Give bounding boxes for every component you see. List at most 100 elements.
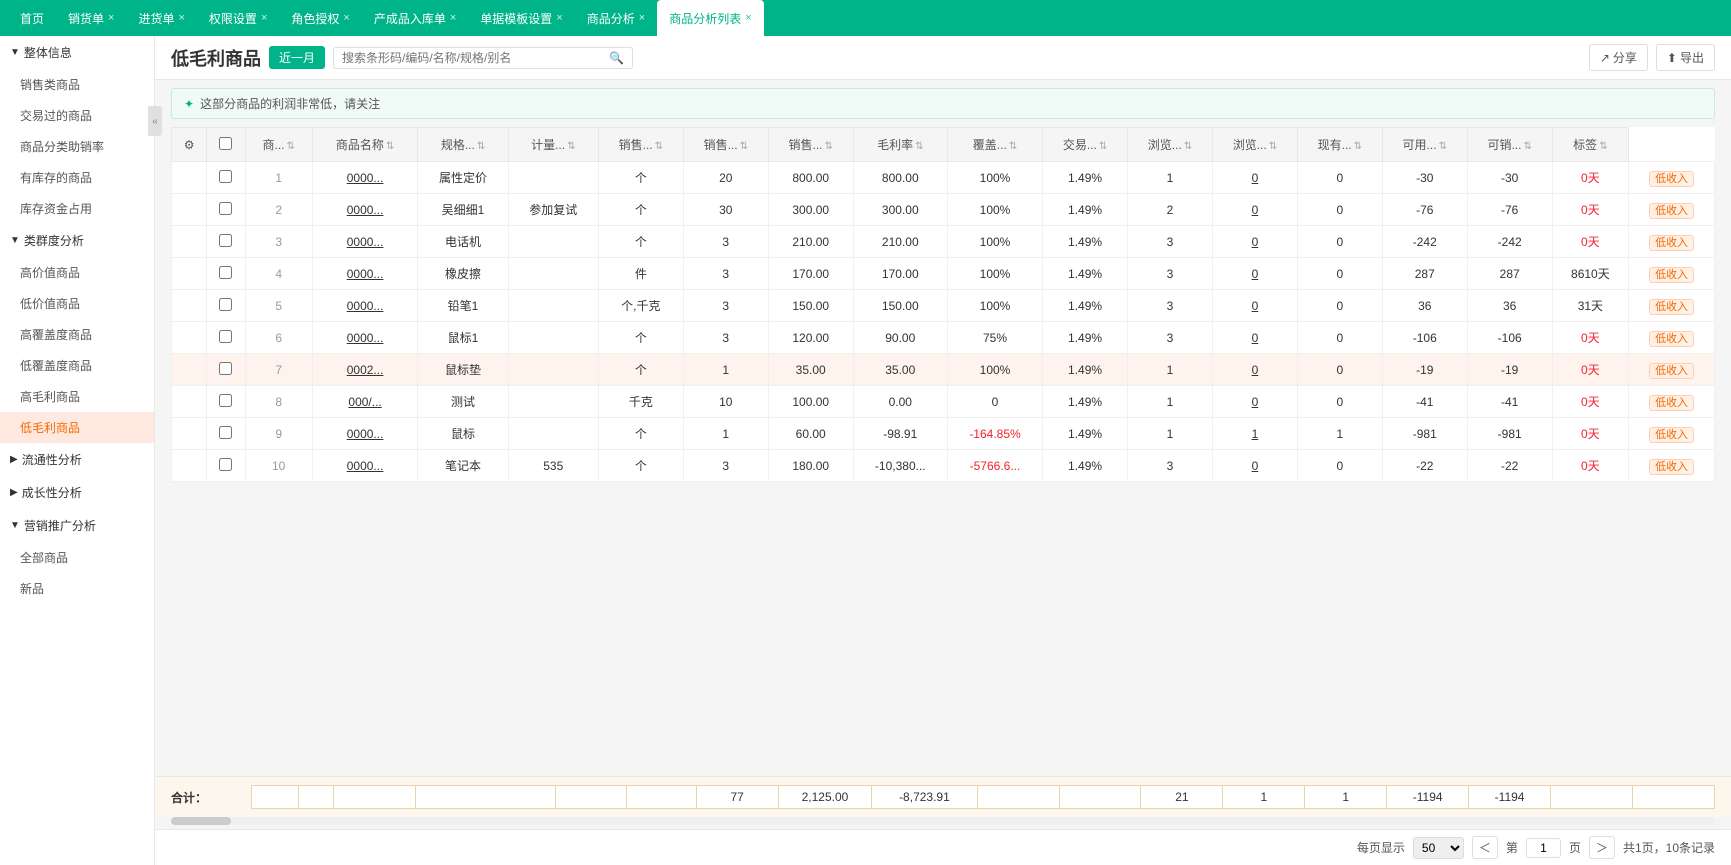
th-checkbox[interactable]: [207, 128, 245, 162]
nav-product-stock-close[interactable]: ×: [450, 12, 456, 24]
nav-template-settings-close[interactable]: ×: [556, 12, 562, 24]
period-button[interactable]: 近一月: [269, 46, 325, 69]
browse1-link[interactable]: 0: [1252, 299, 1259, 313]
th-code[interactable]: 商...⇅: [245, 128, 312, 162]
row-actions[interactable]: [172, 354, 207, 386]
sidebar-item-high-margin[interactable]: 高毛利商品: [0, 381, 154, 412]
nav-home[interactable]: 首页: [8, 0, 56, 36]
sidebar-group-marketing[interactable]: ▼ 营销推广分析: [0, 509, 154, 542]
nav-sales-order[interactable]: 销货单 ×: [56, 0, 126, 36]
row-checkbox[interactable]: [207, 322, 245, 354]
nav-product-analysis-close[interactable]: ×: [639, 12, 645, 24]
row-checkbox[interactable]: [207, 386, 245, 418]
row-select-checkbox[interactable]: [219, 266, 232, 279]
sidebar-item-high-value[interactable]: 高价值商品: [0, 257, 154, 288]
product-code-link[interactable]: 0000...: [347, 267, 384, 281]
th-gross-rate[interactable]: 毛利率⇅: [853, 128, 947, 162]
th-saleable[interactable]: 可销...⇅: [1467, 128, 1552, 162]
sidebar-item-all-products[interactable]: 全部商品: [0, 542, 154, 573]
select-all-checkbox[interactable]: [219, 137, 232, 150]
browse1-link[interactable]: 0: [1252, 459, 1259, 473]
row-checkbox[interactable]: [207, 162, 245, 194]
nav-product-analysis-list[interactable]: 商品分析列表 ×: [657, 0, 763, 36]
nav-permissions[interactable]: 权限设置 ×: [197, 0, 279, 36]
row-select-checkbox[interactable]: [219, 202, 232, 215]
row-actions[interactable]: [172, 290, 207, 322]
sidebar-item-new-products[interactable]: 新品: [0, 573, 154, 604]
th-sale-qty[interactable]: 销售...⇅: [598, 128, 683, 162]
product-code-link[interactable]: 0000...: [347, 235, 384, 249]
row-select-checkbox[interactable]: [219, 394, 232, 407]
row-checkbox[interactable]: [207, 450, 245, 482]
row-select-checkbox[interactable]: [219, 170, 232, 183]
nav-role-auth-close[interactable]: ×: [343, 12, 349, 24]
share-button[interactable]: ↗ 分享: [1589, 44, 1648, 71]
th-sale-price[interactable]: 销售...⇅: [683, 128, 768, 162]
th-unit[interactable]: 计量...⇅: [508, 128, 598, 162]
row-checkbox[interactable]: [207, 290, 245, 322]
scrollbar-track[interactable]: [171, 817, 1715, 825]
sidebar-item-sales-products[interactable]: 销售类商品: [0, 69, 154, 100]
nav-purchase-order[interactable]: 进货单 ×: [126, 0, 196, 36]
row-checkbox[interactable]: [207, 354, 245, 386]
row-select-checkbox[interactable]: [219, 426, 232, 439]
browse1-link[interactable]: 0: [1252, 267, 1259, 281]
product-code-link[interactable]: 0000...: [347, 171, 384, 185]
row-actions[interactable]: [172, 258, 207, 290]
export-button[interactable]: ⬆ 导出: [1656, 44, 1715, 71]
row-checkbox[interactable]: [207, 226, 245, 258]
th-browse2[interactable]: 浏览...⇅: [1212, 128, 1297, 162]
sidebar-collapse-button[interactable]: «: [148, 106, 162, 136]
row-checkbox[interactable]: [207, 258, 245, 290]
search-input[interactable]: [342, 51, 609, 65]
th-trade[interactable]: 交易...⇅: [1043, 128, 1128, 162]
nav-purchase-order-close[interactable]: ×: [178, 12, 184, 24]
sidebar-item-low-coverage[interactable]: 低覆盖度商品: [0, 350, 154, 381]
browse1-link[interactable]: 0: [1252, 395, 1259, 409]
nav-permissions-close[interactable]: ×: [261, 12, 267, 24]
th-name[interactable]: 商品名称⇅: [312, 128, 418, 162]
sidebar-item-stock-capital[interactable]: 库存资金占用: [0, 193, 154, 224]
browse1-link[interactable]: 0: [1252, 331, 1259, 345]
sidebar-group-growth[interactable]: ▶ 成长性分析: [0, 476, 154, 509]
next-page-button[interactable]: ＞: [1589, 836, 1615, 859]
nav-product-analysis-list-close[interactable]: ×: [745, 12, 751, 24]
prev-page-button[interactable]: ＜: [1472, 836, 1498, 859]
browse1-link[interactable]: 0: [1252, 203, 1259, 217]
search-icon[interactable]: 🔍: [609, 51, 624, 65]
product-code-link[interactable]: 0002...: [347, 363, 384, 377]
th-current[interactable]: 现有...⇅: [1297, 128, 1382, 162]
sidebar-item-stocked-products[interactable]: 有库存的商品: [0, 162, 154, 193]
row-checkbox[interactable]: [207, 418, 245, 450]
th-browse1[interactable]: 浏览...⇅: [1128, 128, 1213, 162]
row-actions[interactable]: [172, 450, 207, 482]
sidebar-item-category-rate[interactable]: 商品分类助销率: [0, 131, 154, 162]
row-checkbox[interactable]: [207, 194, 245, 226]
product-code-link[interactable]: 000/...: [348, 395, 381, 409]
sidebar-item-low-margin[interactable]: 低毛利商品: [0, 412, 154, 443]
row-actions[interactable]: [172, 322, 207, 354]
scrollbar-thumb[interactable]: [171, 817, 231, 825]
product-code-link[interactable]: 0000...: [347, 203, 384, 217]
sidebar-group-cluster[interactable]: ▼ 类群度分析: [0, 224, 154, 257]
nav-sales-order-close[interactable]: ×: [108, 12, 114, 24]
row-actions[interactable]: [172, 226, 207, 258]
sidebar-item-traded-products[interactable]: 交易过的商品: [0, 100, 154, 131]
row-select-checkbox[interactable]: [219, 298, 232, 311]
nav-role-auth[interactable]: 角色授权 ×: [279, 0, 361, 36]
browse1-link[interactable]: 1: [1252, 427, 1259, 441]
th-tag[interactable]: 标签⇅: [1552, 128, 1628, 162]
row-actions[interactable]: [172, 162, 207, 194]
page-number-input[interactable]: [1526, 838, 1561, 858]
sidebar-item-low-value[interactable]: 低价值商品: [0, 288, 154, 319]
browse1-link[interactable]: 0: [1252, 363, 1259, 377]
row-select-checkbox[interactable]: [219, 458, 232, 471]
sidebar-group-circulation[interactable]: ▶ 流通性分析: [0, 443, 154, 476]
row-actions[interactable]: [172, 418, 207, 450]
sidebar-group-overall[interactable]: ▼ 整体信息: [0, 36, 154, 69]
nav-template-settings[interactable]: 单据模板设置 ×: [468, 0, 574, 36]
row-actions[interactable]: [172, 386, 207, 418]
product-code-link[interactable]: 0000...: [347, 459, 384, 473]
browse1-link[interactable]: 0: [1252, 235, 1259, 249]
row-select-checkbox[interactable]: [219, 330, 232, 343]
